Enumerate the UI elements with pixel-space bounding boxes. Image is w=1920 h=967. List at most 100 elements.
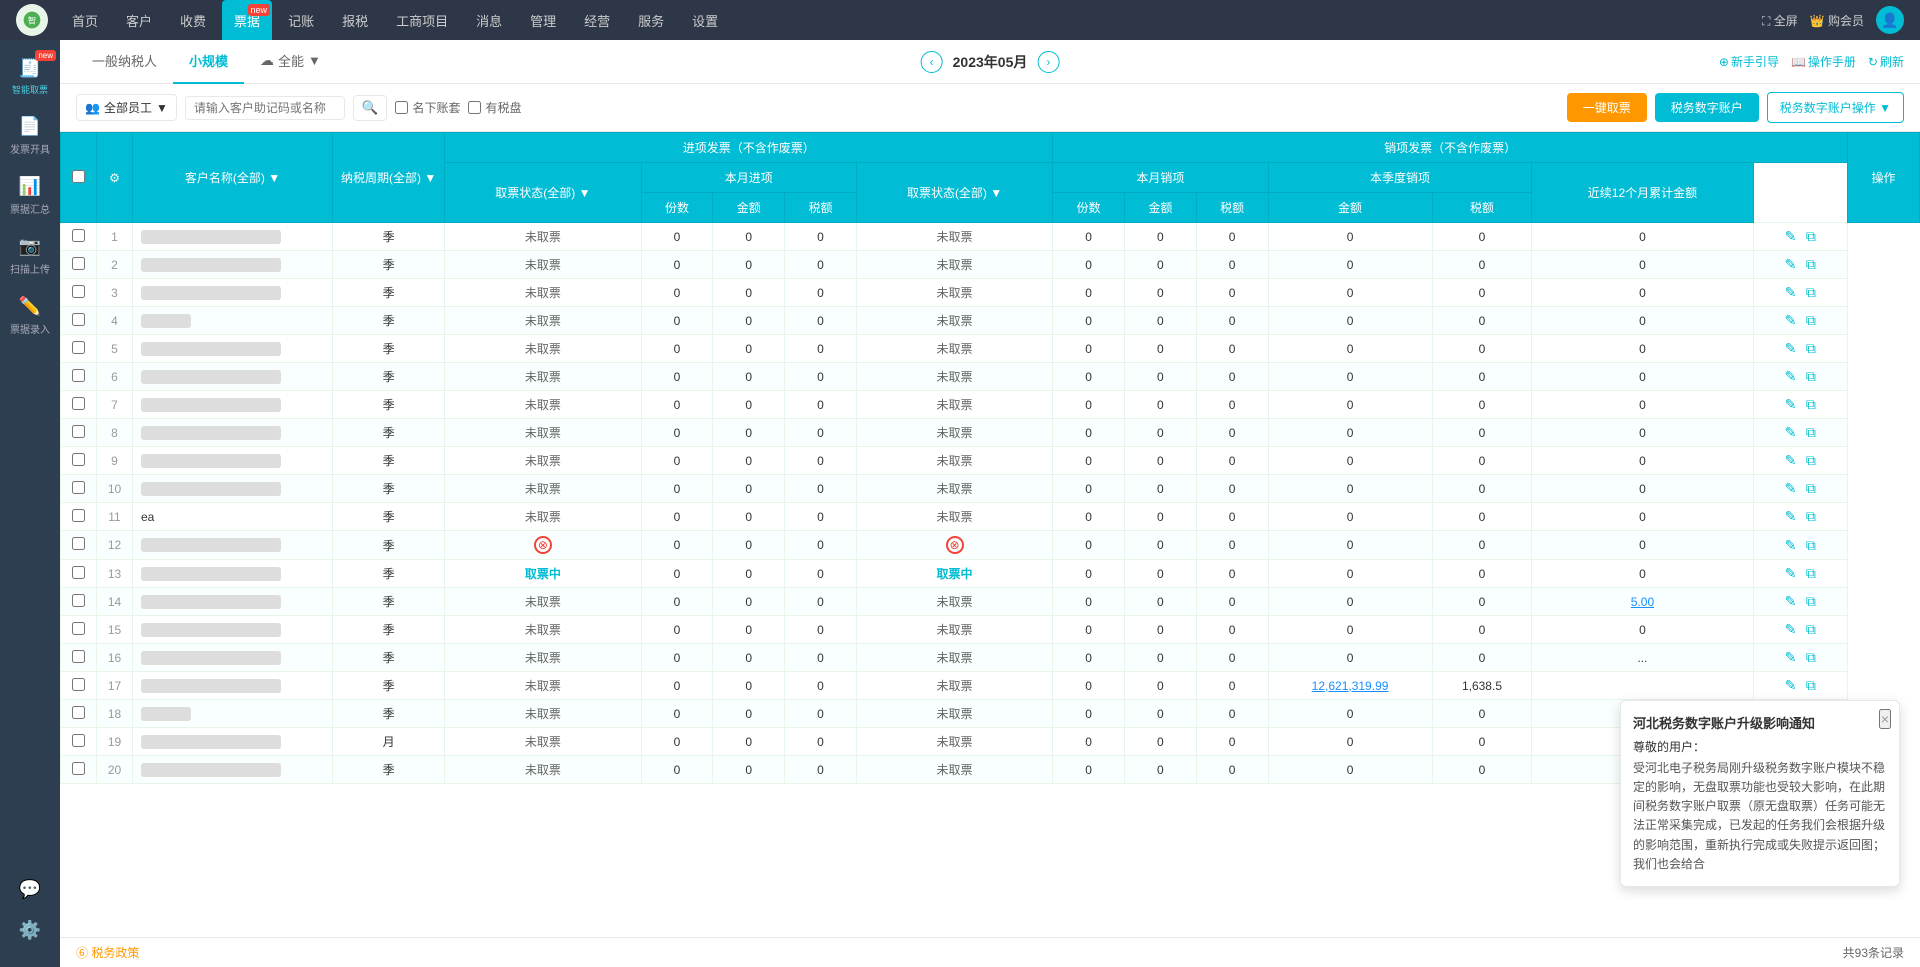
select-all-checkbox[interactable]	[72, 170, 85, 183]
nav-home[interactable]: 首页	[60, 0, 110, 40]
copy-btn[interactable]: ⧉	[1803, 424, 1819, 441]
user-avatar[interactable]: 👤	[1876, 6, 1904, 34]
tab-small[interactable]: 小规模	[173, 40, 244, 84]
taxdisk-checkbox[interactable]	[468, 101, 481, 114]
nav-client[interactable]: 客户	[114, 0, 164, 40]
edit-btn[interactable]: ✎	[1782, 452, 1800, 469]
row-checkbox[interactable]	[72, 650, 85, 663]
edit-btn[interactable]: ✎	[1782, 340, 1800, 357]
digital-account-btn[interactable]: 税务数字账户	[1655, 93, 1759, 122]
th-p-amount: 金额	[713, 193, 785, 223]
nav-service[interactable]: 服务	[626, 0, 676, 40]
copy-btn[interactable]: ⧉	[1803, 508, 1819, 525]
copy-btn[interactable]: ⧉	[1803, 537, 1819, 554]
copy-btn[interactable]: ⧉	[1803, 340, 1819, 357]
nav-invoice[interactable]: 票据 new	[222, 0, 272, 40]
search-button[interactable]: 🔍	[353, 95, 388, 121]
row-checkbox[interactable]	[72, 566, 85, 579]
row-checkbox[interactable]	[72, 425, 85, 438]
fullscreen-btn[interactable]: ⛶ 全屏	[1762, 12, 1798, 29]
refresh-btn[interactable]: ↻ 刷新	[1868, 53, 1904, 70]
edit-btn[interactable]: ✎	[1782, 228, 1800, 245]
edit-btn[interactable]: ✎	[1782, 256, 1800, 273]
row-checkbox[interactable]	[72, 257, 85, 270]
edit-btn[interactable]: ✎	[1782, 649, 1800, 666]
row-checkbox[interactable]	[72, 285, 85, 298]
row-checkbox[interactable]	[72, 313, 85, 326]
nav-manage[interactable]: 管理	[518, 0, 568, 40]
edit-btn[interactable]: ✎	[1782, 480, 1800, 497]
row-checkbox[interactable]	[72, 622, 85, 635]
nav-message[interactable]: 消息	[464, 0, 514, 40]
edit-btn[interactable]: ✎	[1782, 593, 1800, 610]
sidebar-item-chat[interactable]: 💬	[15, 869, 45, 910]
statement-checkbox-label[interactable]: 名下账套	[395, 99, 460, 116]
copy-btn[interactable]: ⧉	[1803, 565, 1819, 582]
edit-btn[interactable]: ✎	[1782, 284, 1800, 301]
copy-btn[interactable]: ⧉	[1803, 256, 1819, 273]
nav-commerce[interactable]: 工商项目	[384, 0, 460, 40]
copy-btn[interactable]: ⧉	[1803, 593, 1819, 610]
tax-policy-link[interactable]: ⑥ 税务政策	[76, 944, 139, 961]
one-click-get-btn[interactable]: 一键取票	[1567, 93, 1647, 122]
edit-btn[interactable]: ✎	[1782, 537, 1800, 554]
copy-btn[interactable]: ⧉	[1803, 396, 1819, 413]
gear-icon[interactable]: ⚙	[109, 171, 120, 185]
statement-checkbox[interactable]	[395, 101, 408, 114]
edit-btn[interactable]: ✎	[1782, 396, 1800, 413]
sidebar-item-smart-ticket[interactable]: 🧾 智能取票 new	[0, 48, 60, 106]
copy-btn[interactable]: ⧉	[1803, 649, 1819, 666]
row-checkbox[interactable]	[72, 734, 85, 747]
copy-btn[interactable]: ⧉	[1803, 677, 1819, 694]
edit-btn[interactable]: ✎	[1782, 368, 1800, 385]
row-checkbox[interactable]	[72, 509, 85, 522]
edit-btn[interactable]: ✎	[1782, 621, 1800, 638]
row-checkbox[interactable]	[72, 481, 85, 494]
copy-btn[interactable]: ⧉	[1803, 368, 1819, 385]
row-checkbox[interactable]	[72, 341, 85, 354]
sidebar-item-summary[interactable]: 📊 票据汇总	[0, 166, 60, 226]
nav-bookkeeping[interactable]: 记账	[276, 0, 326, 40]
employee-select[interactable]: 👥 全部员工 ▼	[76, 94, 177, 121]
search-input[interactable]	[185, 96, 345, 120]
manual-btn[interactable]: 📖 操作手册	[1791, 53, 1856, 70]
sidebar-item-scan[interactable]: 📷 扫描上传	[0, 226, 60, 286]
copy-btn[interactable]: ⧉	[1803, 621, 1819, 638]
row-checkbox[interactable]	[72, 537, 85, 550]
row-checkbox[interactable]	[72, 762, 85, 775]
tab-general[interactable]: 一般纳税人	[76, 40, 173, 84]
sidebar-item-config[interactable]: ⚙️	[15, 910, 45, 951]
digital-account-ops-btn[interactable]: 税务数字账户操作 ▼	[1767, 92, 1904, 123]
copy-btn[interactable]: ⧉	[1803, 228, 1819, 245]
copy-btn[interactable]: ⧉	[1803, 284, 1819, 301]
edit-btn[interactable]: ✎	[1782, 508, 1800, 525]
nav-tax[interactable]: 报税	[330, 0, 380, 40]
member-btn[interactable]: 👑 购会员	[1810, 12, 1864, 29]
row-checkbox[interactable]	[72, 453, 85, 466]
notification-close-btn[interactable]: ×	[1879, 709, 1891, 729]
tab-all[interactable]: ☁ 全能 ▼	[244, 40, 337, 84]
copy-btn[interactable]: ⧉	[1803, 452, 1819, 469]
sidebar-item-open-invoice[interactable]: 📄 发票开具	[0, 106, 60, 166]
copy-btn[interactable]: ⧉	[1803, 480, 1819, 497]
sidebar-item-entry[interactable]: ✏️ 票据录入	[0, 286, 60, 346]
row-checkbox[interactable]	[72, 706, 85, 719]
row-checkbox[interactable]	[72, 229, 85, 242]
s-amount-cell: 0	[1125, 475, 1197, 503]
nav-operate[interactable]: 经营	[572, 0, 622, 40]
edit-btn[interactable]: ✎	[1782, 424, 1800, 441]
prev-month-btn[interactable]: ‹	[921, 51, 943, 73]
row-checkbox[interactable]	[72, 678, 85, 691]
row-checkbox[interactable]	[72, 594, 85, 607]
row-checkbox[interactable]	[72, 397, 85, 410]
taxdisk-checkbox-label[interactable]: 有税盘	[468, 99, 521, 116]
edit-btn[interactable]: ✎	[1782, 565, 1800, 582]
nav-charge[interactable]: 收费	[168, 0, 218, 40]
edit-btn[interactable]: ✎	[1782, 677, 1800, 694]
next-month-btn[interactable]: ›	[1037, 51, 1059, 73]
edit-btn[interactable]: ✎	[1782, 312, 1800, 329]
new-guide-btn[interactable]: ⊕ 新手引导	[1719, 53, 1779, 70]
nav-settings[interactable]: 设置	[680, 0, 730, 40]
row-checkbox[interactable]	[72, 369, 85, 382]
copy-btn[interactable]: ⧉	[1803, 312, 1819, 329]
